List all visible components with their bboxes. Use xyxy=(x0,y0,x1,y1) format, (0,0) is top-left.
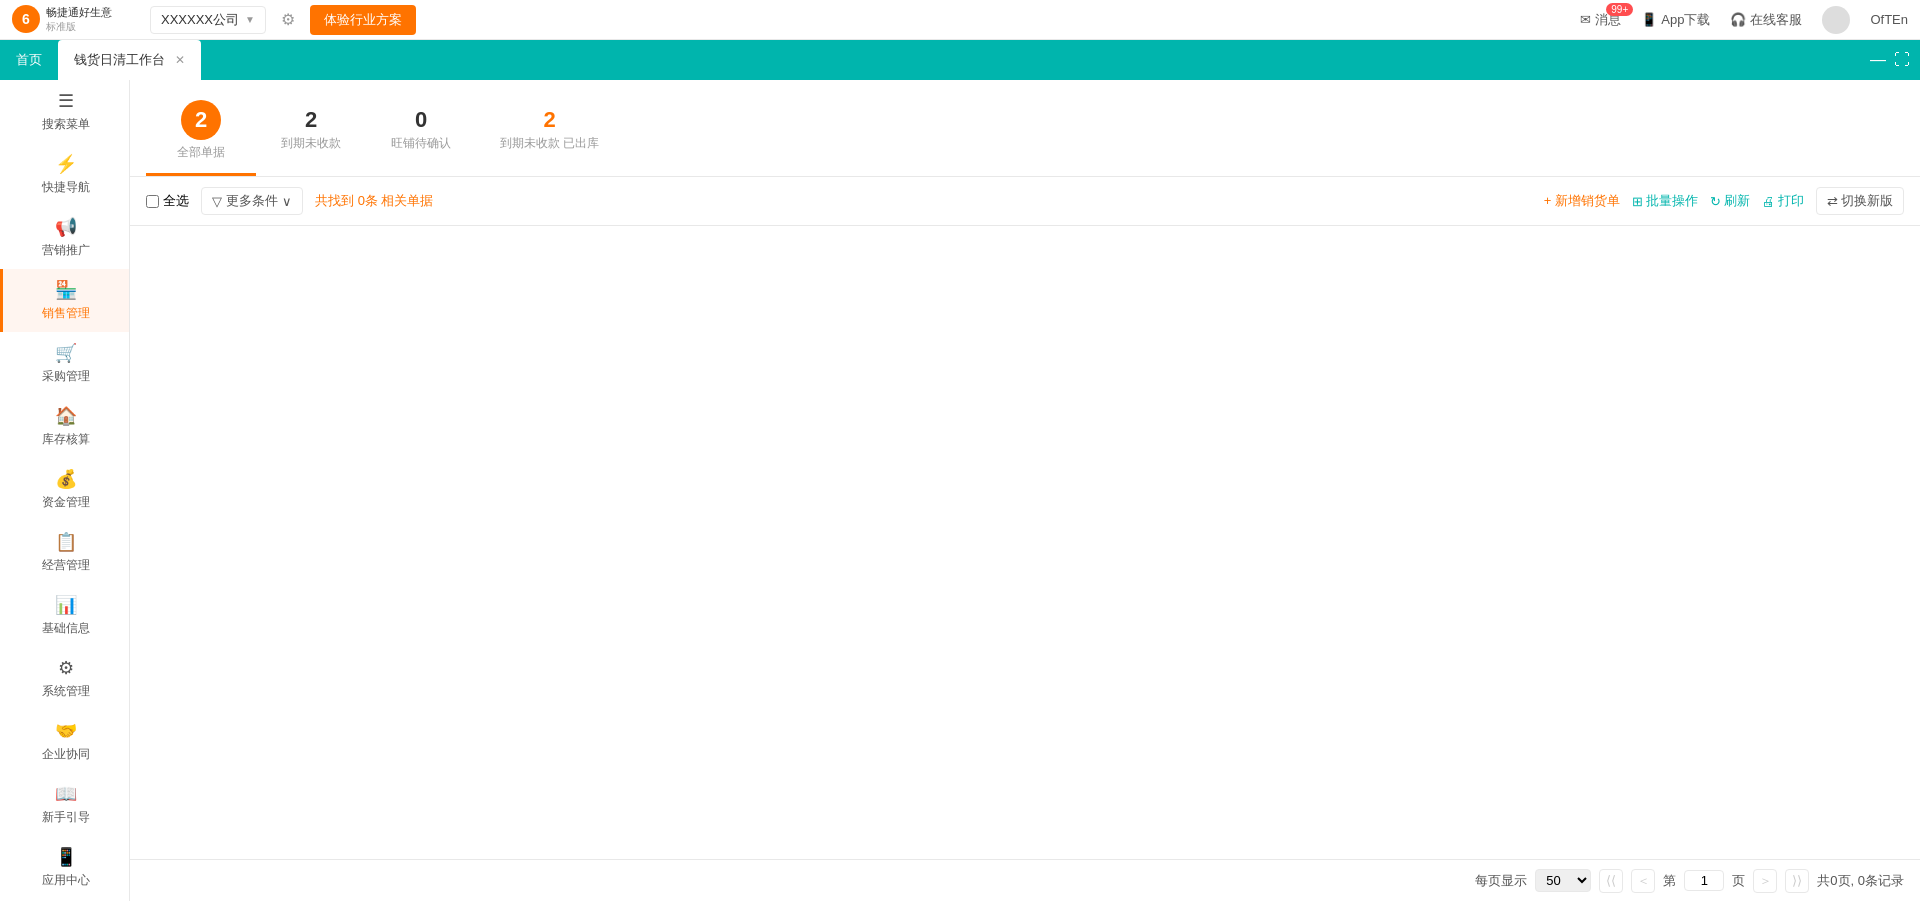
headset-icon: 🎧 xyxy=(1730,12,1746,27)
tab-bar-right: — ⛶ xyxy=(1870,51,1920,69)
next-page-button[interactable]: ＞ xyxy=(1753,869,1777,893)
sidebar-item-system[interactable]: ⚙ 系统管理 xyxy=(0,647,129,710)
sidebar-item-quicknav[interactable]: ⚡ 快捷导航 xyxy=(0,143,129,206)
main-layout: ☰ 搜索菜单 ⚡ 快捷导航 📢 营销推广 🏪 销售管理 🛒 采购管理 🏠 库存核… xyxy=(0,80,1920,901)
sidebar-item-finance[interactable]: 💰 资金管理 xyxy=(0,458,129,521)
username: OfTEn xyxy=(1870,12,1908,27)
sidebar-item-operations[interactable]: 📋 经营管理 xyxy=(0,521,129,584)
sidebar-item-inventory[interactable]: 🏠 库存核算 xyxy=(0,395,129,458)
stat-label-overdue: 到期未收款 xyxy=(281,135,341,152)
table-area xyxy=(130,226,1920,859)
stat-label-pending: 旺铺待确认 xyxy=(391,135,451,152)
app-download-button[interactable]: 📱 App下载 xyxy=(1641,11,1710,29)
company-selector[interactable]: XXXXXX公司 ▼ xyxy=(150,6,266,34)
avatar[interactable] xyxy=(1822,6,1850,34)
tab-work-bench[interactable]: 钱货日清工作台 ✕ xyxy=(58,40,201,80)
messages-badge: 99+ xyxy=(1606,3,1633,16)
apps-icon: 📱 xyxy=(55,846,77,868)
tab-close-icon[interactable]: ✕ xyxy=(175,53,185,67)
print-icon: 🖨 xyxy=(1762,194,1775,209)
messages-button[interactable]: ✉ 消息 99+ xyxy=(1580,11,1621,29)
content-area: 2 全部单据 2 到期未收款 0 旺铺待确认 2 到期未收款 已出库 全选 xyxy=(130,80,1920,901)
basics-icon: 📊 xyxy=(55,594,77,616)
switch-version-button[interactable]: ⇄ 切换新版 xyxy=(1816,187,1904,215)
stat-tab-shipped[interactable]: 2 到期未收款 已出库 xyxy=(476,101,623,167)
finance-icon: 💰 xyxy=(55,468,77,490)
company-name: XXXXXX公司 xyxy=(161,11,239,29)
logo-icon: 6 xyxy=(12,5,40,33)
chevron-icon: ∨ xyxy=(282,194,292,209)
print-button[interactable]: 🖨 打印 xyxy=(1762,192,1804,210)
purchase-icon: 🛒 xyxy=(55,342,77,364)
stat-tab-overdue[interactable]: 2 到期未收款 xyxy=(256,101,366,167)
batch-operation-button[interactable]: ⊞ 批量操作 xyxy=(1632,192,1698,210)
enterprise-icon: 🤝 xyxy=(55,720,77,742)
stat-tab-all[interactable]: 2 全部单据 xyxy=(146,92,256,176)
marketing-icon: 📢 xyxy=(55,216,77,238)
logo-sub: 标准版 xyxy=(46,20,112,34)
experience-button[interactable]: 体验行业方案 xyxy=(310,5,416,35)
stat-label-all: 全部单据 xyxy=(177,144,225,161)
minimize-icon[interactable]: — xyxy=(1870,51,1886,69)
header-right: ✉ 消息 99+ 📱 App下载 🎧 在线客服 OfTEn xyxy=(1580,6,1908,34)
stat-num-overdue: 2 xyxy=(305,109,317,131)
per-page-select[interactable]: 50 10 20 100 xyxy=(1535,869,1591,892)
select-all-checkbox[interactable]: 全选 xyxy=(146,192,189,210)
switch-icon: ⇄ xyxy=(1827,194,1838,209)
toolbar: 全选 ▽ 更多条件 ∨ 共找到 0条 相关单据 + 新增销货单 ⊞ 批量操作 ↻ xyxy=(130,177,1920,226)
sidebar-item-purchase[interactable]: 🛒 采购管理 xyxy=(0,332,129,395)
logo-text: 畅捷通好生意 xyxy=(46,5,112,19)
filter-button[interactable]: ▽ 更多条件 ∨ xyxy=(201,187,303,215)
inventory-icon: 🏠 xyxy=(55,405,77,427)
toolbar-right: + 新增销货单 ⊞ 批量操作 ↻ 刷新 🖨 打印 ⇄ 切换新版 xyxy=(1544,187,1904,215)
per-page-label: 每页显示 xyxy=(1475,872,1527,890)
found-count: 共找到 0条 相关单据 xyxy=(315,192,433,210)
settings-icon[interactable]: ⚙ xyxy=(274,6,302,34)
quick-nav-icon: ⚡ xyxy=(55,153,77,175)
sidebar-item-apps[interactable]: 📱 应用中心 xyxy=(0,836,129,899)
total-records: 共0页, 0条记录 xyxy=(1817,872,1904,890)
guide-icon: 📖 xyxy=(55,783,77,805)
chevron-down-icon: ▼ xyxy=(245,14,255,25)
tab-bar: 首页 钱货日清工作台 ✕ — ⛶ xyxy=(0,40,1920,80)
logo-area: 6 畅捷通好生意 标准版 xyxy=(12,5,142,33)
tab-home[interactable]: 首页 xyxy=(0,40,58,80)
prev-page-button[interactable]: ＜ xyxy=(1631,869,1655,893)
refresh-button[interactable]: ↻ 刷新 xyxy=(1710,192,1750,210)
search-menu-icon: ☰ xyxy=(58,90,74,112)
add-sales-button[interactable]: + 新增销货单 xyxy=(1544,192,1620,210)
stat-label-shipped: 到期未收款 已出库 xyxy=(500,135,599,152)
operations-icon: 📋 xyxy=(55,531,77,553)
top-header: 6 畅捷通好生意 标准版 XXXXXX公司 ▼ ⚙ 体验行业方案 ✉ 消息 99… xyxy=(0,0,1920,40)
system-icon: ⚙ xyxy=(58,657,74,679)
last-page-button[interactable]: ⟩⟩ xyxy=(1785,869,1809,893)
online-service-button[interactable]: 🎧 在线客服 xyxy=(1730,11,1802,29)
sidebar-item-basics[interactable]: 📊 基础信息 xyxy=(0,584,129,647)
maximize-icon[interactable]: ⛶ xyxy=(1894,51,1910,69)
stat-tab-pending[interactable]: 0 旺铺待确认 xyxy=(366,101,476,167)
page-input[interactable] xyxy=(1684,870,1724,891)
download-icon: 📱 xyxy=(1641,12,1657,27)
first-page-button[interactable]: ⟨⟨ xyxy=(1599,869,1623,893)
stat-num-all: 2 xyxy=(181,100,221,140)
page-suffix: 页 xyxy=(1732,872,1745,890)
sidebar-item-enterprise[interactable]: 🤝 企业协同 xyxy=(0,710,129,773)
filter-icon: ▽ xyxy=(212,194,222,209)
select-all-input[interactable] xyxy=(146,195,159,208)
sidebar-item-marketing[interactable]: 📢 营销推广 xyxy=(0,206,129,269)
batch-icon: ⊞ xyxy=(1632,194,1643,209)
pagination: 每页显示 50 10 20 100 ⟨⟨ ＜ 第 页 ＞ ⟩⟩ 共0页, 0条记… xyxy=(130,859,1920,901)
stat-num-pending: 0 xyxy=(415,109,427,131)
sidebar-item-sales[interactable]: 🏪 销售管理 xyxy=(0,269,129,332)
stats-tabs: 2 全部单据 2 到期未收款 0 旺铺待确认 2 到期未收款 已出库 xyxy=(130,80,1920,177)
page-label: 第 xyxy=(1663,872,1676,890)
sidebar-item-search[interactable]: ☰ 搜索菜单 xyxy=(0,80,129,143)
refresh-icon: ↻ xyxy=(1710,194,1721,209)
sidebar-item-guide[interactable]: 📖 新手引导 xyxy=(0,773,129,836)
stat-num-shipped: 2 xyxy=(544,109,556,131)
sales-icon: 🏪 xyxy=(55,279,77,301)
message-icon: ✉ xyxy=(1580,12,1591,27)
sidebar: ☰ 搜索菜单 ⚡ 快捷导航 📢 营销推广 🏪 销售管理 🛒 采购管理 🏠 库存核… xyxy=(0,80,130,901)
